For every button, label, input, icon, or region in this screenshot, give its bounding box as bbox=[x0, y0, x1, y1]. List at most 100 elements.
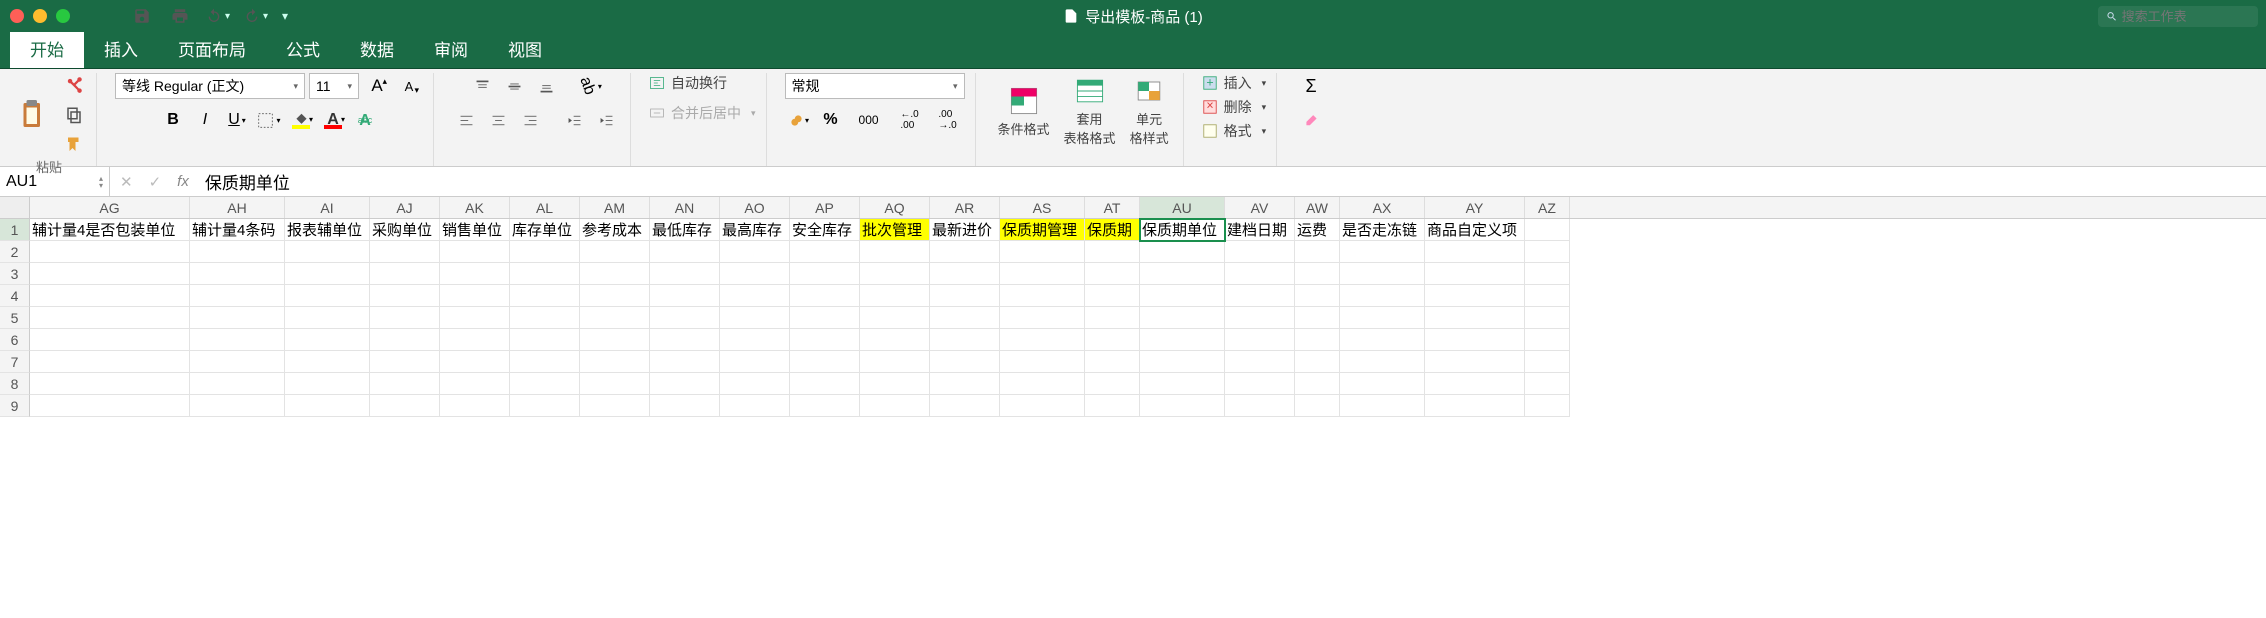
paste-button[interactable] bbox=[12, 97, 56, 133]
column-header-AO[interactable]: AO bbox=[720, 197, 790, 218]
cell-AW3[interactable] bbox=[1295, 263, 1340, 285]
cell-AV3[interactable] bbox=[1225, 263, 1295, 285]
cell-AG7[interactable] bbox=[30, 351, 190, 373]
cell-AX6[interactable] bbox=[1340, 329, 1425, 351]
cell-AO3[interactable] bbox=[720, 263, 790, 285]
cell-AJ1[interactable]: 采购单位 bbox=[370, 219, 440, 241]
increase-decimal-button[interactable]: ←.0.00 bbox=[893, 107, 927, 133]
cell-AL4[interactable] bbox=[510, 285, 580, 307]
cell-AT4[interactable] bbox=[1085, 285, 1140, 307]
cell-styles-button[interactable]: 单元 格样式 bbox=[1126, 73, 1173, 147]
print-icon[interactable] bbox=[168, 4, 192, 28]
cell-AH5[interactable] bbox=[190, 307, 285, 329]
cell-AN4[interactable] bbox=[650, 285, 720, 307]
column-header-AU[interactable]: AU bbox=[1140, 197, 1225, 218]
cell-AV1[interactable]: 建档日期 bbox=[1225, 219, 1295, 241]
row-header-1[interactable]: 1 bbox=[0, 219, 30, 241]
cell-AR6[interactable] bbox=[930, 329, 1000, 351]
cell-AG2[interactable] bbox=[30, 241, 190, 263]
cell-AI9[interactable] bbox=[285, 395, 370, 417]
row-header-9[interactable]: 9 bbox=[0, 395, 30, 417]
cell-AK5[interactable] bbox=[440, 307, 510, 329]
cell-AL6[interactable] bbox=[510, 329, 580, 351]
cell-AU3[interactable] bbox=[1140, 263, 1225, 285]
cell-AH1[interactable]: 辅计量4条码 bbox=[190, 219, 285, 241]
cell-AQ7[interactable] bbox=[860, 351, 930, 373]
cell-AW7[interactable] bbox=[1295, 351, 1340, 373]
cell-AK4[interactable] bbox=[440, 285, 510, 307]
cell-AX3[interactable] bbox=[1340, 263, 1425, 285]
cell-AM1[interactable]: 参考成本 bbox=[580, 219, 650, 241]
cell-AW2[interactable] bbox=[1295, 241, 1340, 263]
align-center-button[interactable] bbox=[484, 107, 512, 133]
cell-AO1[interactable]: 最高库存 bbox=[720, 219, 790, 241]
cell-AP4[interactable] bbox=[790, 285, 860, 307]
cell-AG4[interactable] bbox=[30, 285, 190, 307]
borders-button[interactable]: ▾ bbox=[255, 107, 283, 133]
cell-AM6[interactable] bbox=[580, 329, 650, 351]
align-top-button[interactable] bbox=[468, 73, 496, 99]
cell-AJ8[interactable] bbox=[370, 373, 440, 395]
cell-AH9[interactable] bbox=[190, 395, 285, 417]
row-header-6[interactable]: 6 bbox=[0, 329, 30, 351]
cell-AU4[interactable] bbox=[1140, 285, 1225, 307]
cell-AT3[interactable] bbox=[1085, 263, 1140, 285]
cell-AG3[interactable] bbox=[30, 263, 190, 285]
column-header-AX[interactable]: AX bbox=[1340, 197, 1425, 218]
cell-AQ8[interactable] bbox=[860, 373, 930, 395]
cell-AL1[interactable]: 库存单位 bbox=[510, 219, 580, 241]
cell-AI7[interactable] bbox=[285, 351, 370, 373]
cell-AY9[interactable] bbox=[1425, 395, 1525, 417]
cell-AP1[interactable]: 安全库存 bbox=[790, 219, 860, 241]
cell-AT2[interactable] bbox=[1085, 241, 1140, 263]
formula-input[interactable]: 保质期单位 bbox=[199, 169, 2266, 194]
cell-AQ4[interactable] bbox=[860, 285, 930, 307]
cell-AH3[interactable] bbox=[190, 263, 285, 285]
cell-AV8[interactable] bbox=[1225, 373, 1295, 395]
cell-AK7[interactable] bbox=[440, 351, 510, 373]
cell-AI2[interactable] bbox=[285, 241, 370, 263]
cell-AS3[interactable] bbox=[1000, 263, 1085, 285]
cell-AJ4[interactable] bbox=[370, 285, 440, 307]
cell-AL3[interactable] bbox=[510, 263, 580, 285]
cell-AT5[interactable] bbox=[1085, 307, 1140, 329]
column-header-AY[interactable]: AY bbox=[1425, 197, 1525, 218]
save-icon[interactable] bbox=[130, 4, 154, 28]
cell-AW9[interactable] bbox=[1295, 395, 1340, 417]
font-color-button[interactable]: A▾ bbox=[319, 107, 347, 133]
column-header-AR[interactable]: AR bbox=[930, 197, 1000, 218]
minimize-window-button[interactable] bbox=[33, 9, 47, 23]
cell-AN5[interactable] bbox=[650, 307, 720, 329]
cell-AL8[interactable] bbox=[510, 373, 580, 395]
decrease-indent-button[interactable] bbox=[560, 107, 588, 133]
cell-AU1[interactable]: 保质期单位 bbox=[1140, 219, 1225, 241]
cell-AW8[interactable] bbox=[1295, 373, 1340, 395]
maximize-window-button[interactable] bbox=[56, 9, 70, 23]
cell-AY4[interactable] bbox=[1425, 285, 1525, 307]
cell-AZ3[interactable] bbox=[1525, 263, 1570, 285]
undo-button[interactable] bbox=[206, 4, 230, 28]
cell-AM9[interactable] bbox=[580, 395, 650, 417]
column-header-AH[interactable]: AH bbox=[190, 197, 285, 218]
cell-AV9[interactable] bbox=[1225, 395, 1295, 417]
cell-AK1[interactable]: 销售单位 bbox=[440, 219, 510, 241]
orientation-button[interactable]: ab▾ bbox=[576, 73, 604, 99]
cell-AQ5[interactable] bbox=[860, 307, 930, 329]
cell-AH6[interactable] bbox=[190, 329, 285, 351]
align-middle-button[interactable] bbox=[500, 73, 528, 99]
comma-button[interactable]: 000 bbox=[849, 107, 889, 133]
cell-AZ7[interactable] bbox=[1525, 351, 1570, 373]
cell-AS5[interactable] bbox=[1000, 307, 1085, 329]
cell-AT8[interactable] bbox=[1085, 373, 1140, 395]
cell-AZ6[interactable] bbox=[1525, 329, 1570, 351]
cell-AG8[interactable] bbox=[30, 373, 190, 395]
cell-AU9[interactable] bbox=[1140, 395, 1225, 417]
fill-color-button[interactable]: ▾ bbox=[287, 107, 315, 133]
copy-icon[interactable] bbox=[62, 103, 86, 127]
cell-AK2[interactable] bbox=[440, 241, 510, 263]
cell-AR4[interactable] bbox=[930, 285, 1000, 307]
fx-icon[interactable]: fx bbox=[177, 173, 189, 190]
cell-AX8[interactable] bbox=[1340, 373, 1425, 395]
cell-AR1[interactable]: 最新进价 bbox=[930, 219, 1000, 241]
cell-AU8[interactable] bbox=[1140, 373, 1225, 395]
